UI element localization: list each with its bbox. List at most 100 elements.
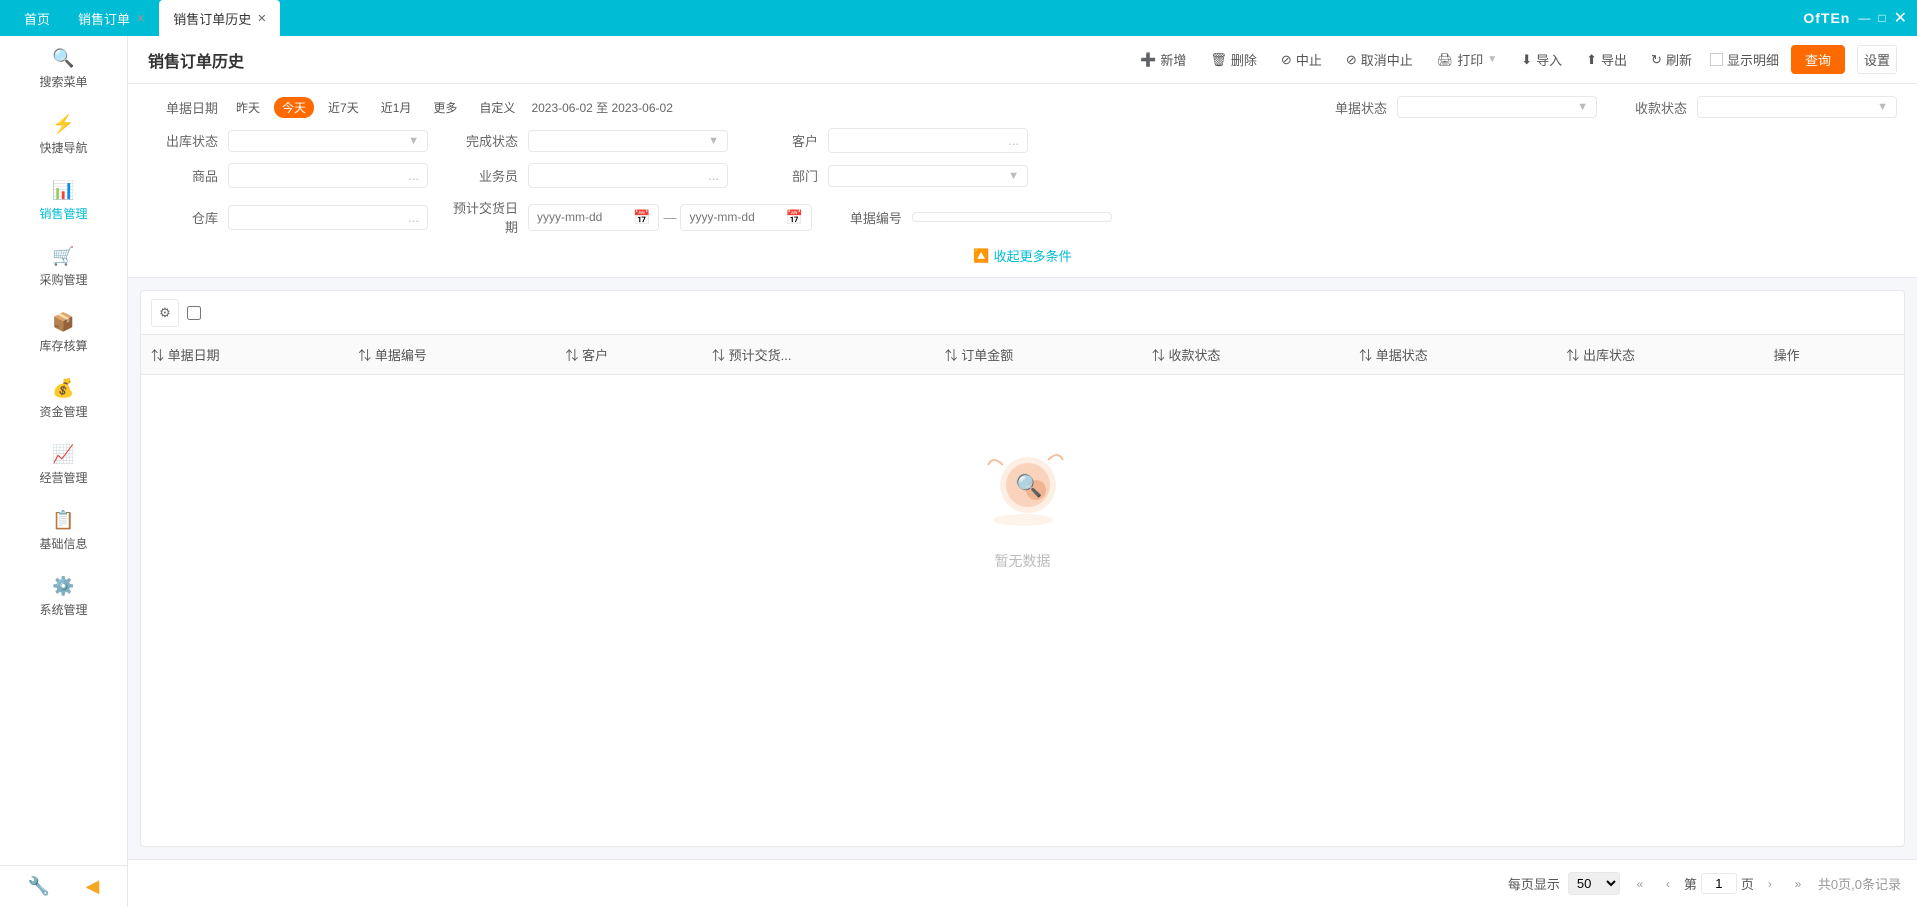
bill-status-select[interactable]: ▼ (1397, 96, 1597, 118)
salesperson-input[interactable]: ... (528, 163, 728, 188)
table-settings-icon[interactable]: ⚙ (151, 299, 179, 327)
date-last1month-btn[interactable]: 近1月 (373, 97, 420, 118)
col-amount[interactable]: ⇅ 订单金额 (935, 335, 1142, 375)
out-stock-select[interactable]: ▼ (228, 130, 428, 152)
top-bar: 首页 销售订单 ✕ 销售订单历史 ✕ OfTEn — □ ✕ (0, 0, 1917, 36)
payment-status-label: 收款状态 (1617, 98, 1697, 117)
col-delivery-label: ⇅ 预计交货... (712, 348, 791, 363)
customer-label: 客户 (748, 131, 828, 150)
col-payment[interactable]: ⇅ 收款状态 (1142, 335, 1349, 375)
tab-sales-order-history-close[interactable]: ✕ (257, 12, 266, 25)
page-prev-btn[interactable]: ‹ (1656, 872, 1680, 896)
delivery-date-to-input[interactable] (689, 210, 779, 224)
import-icon: ⬇ (1521, 52, 1532, 68)
warehouse-input[interactable]: ... (228, 205, 428, 230)
sidebar-operations-label: 经营管理 (39, 469, 87, 486)
window-minimize[interactable]: — (1858, 11, 1870, 25)
tab-sales-order[interactable]: 销售订单 ✕ (64, 0, 159, 36)
col-number[interactable]: ⇅ 单据编号 (348, 335, 555, 375)
goods-dots[interactable]: ... (408, 168, 419, 183)
warehouse-dots[interactable]: ... (408, 210, 419, 225)
col-customer[interactable]: ⇅ 客户 (556, 335, 702, 375)
tab-sales-order-close[interactable]: ✕ (136, 12, 145, 25)
sidebar-item-finance[interactable]: 💰 资金管理 (0, 366, 127, 432)
sidebar-item-quicknav[interactable]: ⚡ 快捷导航 (0, 102, 127, 168)
calendar-to-icon[interactable]: 📅 (785, 209, 802, 226)
export-button[interactable]: ⬆ 导出 (1580, 46, 1633, 73)
sidebar-settings-icon[interactable]: 🔧 (28, 876, 50, 897)
total-text: 共0页,0条记录 (1818, 874, 1901, 893)
tab-home[interactable]: 首页 (10, 0, 64, 36)
salesperson-dots[interactable]: ... (708, 168, 719, 183)
date-last7-btn[interactable]: 近7天 (320, 97, 367, 118)
delivery-date-to[interactable]: 📅 (680, 204, 811, 231)
collapse-button[interactable]: 🔼 收起更多条件 (973, 246, 1071, 265)
payment-status-select[interactable]: ▼ (1697, 96, 1897, 118)
cancel-stop-label: 取消中止 (1361, 50, 1413, 69)
export-icon: ⬆ (1586, 52, 1597, 68)
display-toggle-checkbox[interactable] (1710, 53, 1723, 66)
complete-status-select[interactable]: ▼ (528, 130, 728, 152)
customer-input[interactable]: ... (828, 128, 1028, 153)
bill-number-select[interactable] (912, 212, 1112, 222)
page-last-btn[interactable]: » (1786, 872, 1810, 896)
filter-row-1: 单据日期 昨天 今天 近7天 近1月 更多 自定义 2023-06-02 至 2… (148, 96, 1897, 118)
page-first-btn[interactable]: « (1628, 872, 1652, 896)
sidebar-collapse-icon[interactable]: ◀ (85, 876, 99, 897)
add-button[interactable]: ➕ 新增 (1134, 46, 1192, 73)
settings-button[interactable]: 设置 (1857, 45, 1897, 74)
print-button[interactable]: 🖨 打印 ▼ (1431, 46, 1503, 73)
query-button[interactable]: 查询 (1791, 45, 1845, 74)
page-next-btn[interactable]: › (1758, 872, 1782, 896)
department-select[interactable]: ▼ (828, 165, 1028, 187)
date-filter-content: 昨天 今天 近7天 近1月 更多 自定义 2023-06-02 至 2023-0… (228, 97, 1317, 118)
sidebar-item-inventory[interactable]: 📦 库存核算 (0, 300, 127, 366)
import-button[interactable]: ⬇ 导入 (1515, 46, 1568, 73)
col-delivery[interactable]: ⇅ 预计交货... (702, 335, 935, 375)
date-more-btn[interactable]: 更多 (425, 97, 465, 118)
table-wrapper: ⇅ 单据日期 ⇅ 单据编号 ⇅ 客户 ⇅ 预计交货... (141, 335, 1904, 846)
filter-collapse-row: 🔼 收起更多条件 (148, 246, 1897, 265)
col-customer-label: ⇅ 客户 (566, 348, 609, 363)
sales-icon: 📊 (52, 180, 74, 201)
delivery-date-from[interactable]: 📅 (528, 204, 659, 231)
sidebar-item-basicinfo[interactable]: 📋 基础信息 (0, 498, 127, 564)
tab-sales-order-history[interactable]: 销售订单历史 ✕ (159, 0, 280, 36)
page-size-dropdown[interactable]: 10 20 50 100 (1568, 872, 1620, 895)
sidebar-item-operations[interactable]: 📈 经营管理 (0, 432, 127, 498)
sidebar-search-label: 搜索菜单 (39, 73, 87, 90)
col-out-stock[interactable]: ⇅ 出库状态 (1556, 335, 1763, 375)
department-label: 部门 (748, 166, 828, 185)
date-yesterday-btn[interactable]: 昨天 (228, 97, 268, 118)
select-all-checkbox[interactable] (187, 306, 201, 320)
sidebar-item-sales[interactable]: 📊 销售管理 (0, 168, 127, 234)
date-today-btn[interactable]: 今天 (274, 97, 314, 118)
empty-state: 🔍 暂无数据 (141, 375, 1904, 631)
col-bill-status[interactable]: ⇅ 单据状态 (1349, 335, 1556, 375)
goods-input[interactable]: ... (228, 163, 428, 188)
refresh-icon: ↻ (1651, 52, 1662, 68)
quicknav-icon: ⚡ (52, 114, 74, 135)
col-date[interactable]: ⇅ 单据日期 (141, 335, 348, 375)
window-close[interactable]: ✕ (1894, 8, 1907, 28)
topbar-right: OfTEn — □ ✕ (1803, 8, 1907, 28)
customer-dots[interactable]: ... (1008, 133, 1019, 148)
delete-button[interactable]: 🗑 删除 (1204, 46, 1263, 73)
window-restore[interactable]: □ (1878, 11, 1885, 25)
operations-icon: 📈 (52, 444, 74, 465)
page-size-select[interactable]: 10 20 50 100 (1568, 872, 1620, 895)
stop-button[interactable]: ⊘ 中止 (1275, 46, 1328, 73)
page-number-input[interactable] (1701, 873, 1737, 894)
delivery-date-from-input[interactable] (537, 210, 627, 224)
department-arrow-icon: ▼ (1008, 170, 1019, 182)
date-custom-btn[interactable]: 自定义 (471, 97, 523, 118)
tab-home-label: 首页 (24, 9, 50, 28)
refresh-button[interactable]: ↻ 刷新 (1645, 46, 1698, 73)
sidebar-item-purchase[interactable]: 🛒 采购管理 (0, 234, 127, 300)
sidebar-item-system[interactable]: ⚙️ 系统管理 (0, 564, 127, 630)
sidebar-item-search[interactable]: 🔍 搜索菜单 (0, 36, 127, 102)
export-label: 导出 (1601, 50, 1627, 69)
calendar-from-icon[interactable]: 📅 (633, 209, 650, 226)
cancel-stop-button[interactable]: ⊘ 取消中止 (1340, 46, 1419, 73)
sidebar-bottom: 🔧 ◀ (0, 865, 127, 907)
